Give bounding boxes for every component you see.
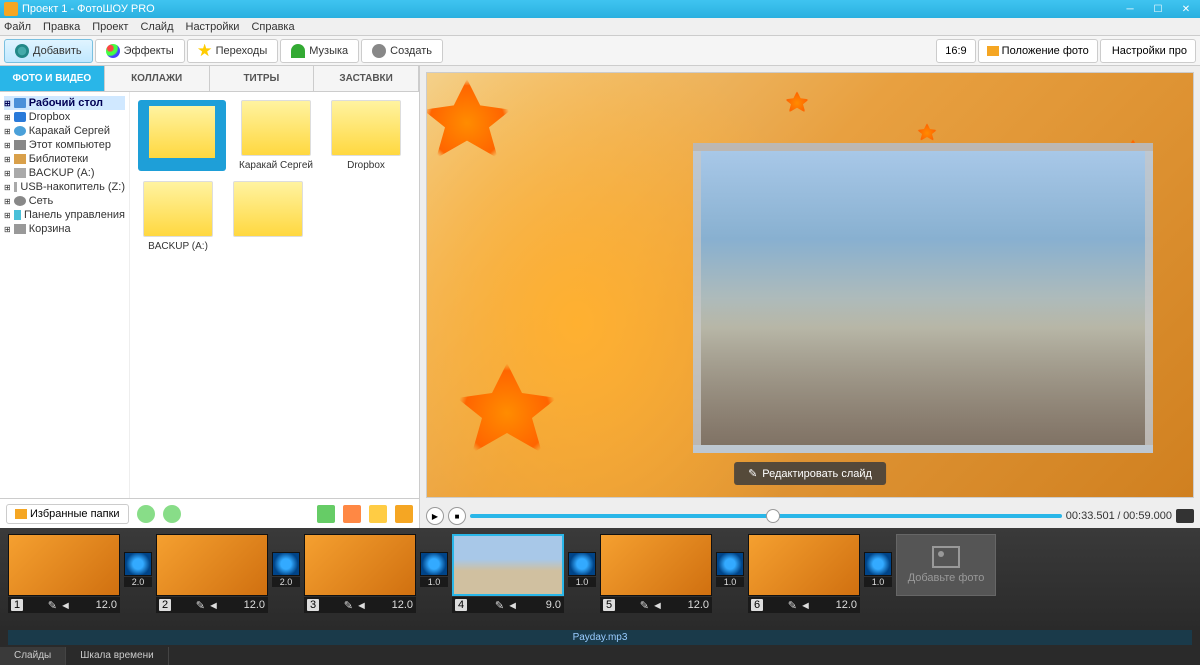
tree-item[interactable]: ⊞Этот компьютер — [4, 138, 125, 152]
folder-icon — [14, 126, 26, 136]
menu-edit[interactable]: Правка — [43, 21, 80, 33]
tree-item[interactable]: ⊞Корзина — [4, 222, 125, 236]
folder-tree[interactable]: ⊞Рабочий стол⊞Dropbox⊞Каракай Сергей⊞Это… — [0, 92, 130, 498]
folder-icon — [14, 168, 26, 178]
playback-slider[interactable] — [470, 514, 1062, 518]
pencil-icon: ✎ — [748, 467, 757, 480]
effects-button[interactable]: Эффекты — [95, 39, 185, 63]
timeline-slide[interactable]: 5✎ ◄12.0 — [600, 534, 712, 613]
tab-slides[interactable]: Слайды — [0, 647, 66, 665]
tree-item[interactable]: ⊞Библиотеки — [4, 152, 125, 166]
tree-item[interactable]: ⊞Каракай Сергей — [4, 124, 125, 138]
folder-action-icon[interactable] — [369, 505, 387, 523]
back-icon[interactable] — [137, 505, 155, 523]
tab-intros[interactable]: ЗАСТАВКИ — [314, 66, 419, 91]
timeline-slide[interactable]: 2✎ ◄12.0 — [156, 534, 268, 613]
thumbnail-grid[interactable]: Каракай СергейDropbox BACKUP (A:) — [130, 92, 419, 498]
transitions-button[interactable]: Переходы — [187, 39, 279, 63]
folder-thumb[interactable] — [138, 100, 226, 171]
star-icon — [198, 44, 212, 58]
folder-icon — [15, 509, 27, 519]
tree-item[interactable]: ⊞BACKUP (A:) — [4, 166, 125, 180]
folder-icon — [14, 98, 26, 108]
tab-titles[interactable]: ТИТРЫ — [210, 66, 315, 91]
timeline-slide[interactable]: 4✎ ◄9.0 — [452, 534, 564, 613]
folder-icon — [14, 210, 21, 220]
transition-thumb[interactable]: 1.0 — [864, 552, 892, 587]
transition-thumb[interactable]: 2.0 — [124, 552, 152, 587]
close-button[interactable]: ✕ — [1172, 0, 1200, 18]
window-title: Проект 1 - ФотоШОУ PRO — [22, 3, 155, 15]
transition-thumb[interactable]: 1.0 — [568, 552, 596, 587]
folder-thumb[interactable]: BACKUP (A:) — [138, 181, 218, 252]
leaf-decoration — [917, 123, 937, 143]
music-button[interactable]: Музыка — [280, 39, 359, 63]
add-button[interactable]: Добавить — [4, 39, 93, 63]
photo-icon — [987, 46, 999, 56]
transition-thumb[interactable]: 1.0 — [716, 552, 744, 587]
tree-item[interactable]: ⊞Панель управления — [4, 208, 125, 222]
transition-thumb[interactable]: 2.0 — [272, 552, 300, 587]
gear-icon — [372, 44, 386, 58]
folder-icon — [14, 140, 26, 150]
tree-item[interactable]: ⊞Рабочий стол — [4, 96, 125, 110]
timeline-slide[interactable]: 6✎ ◄12.0 — [748, 534, 860, 613]
tree-item[interactable]: ⊞USB-накопитель (Z:) — [4, 180, 125, 194]
palette-icon — [106, 44, 120, 58]
tree-item[interactable]: ⊞Сеть — [4, 194, 125, 208]
folder-icon — [14, 112, 26, 122]
app-icon — [4, 2, 18, 16]
stop-button[interactable]: ■ — [448, 507, 466, 525]
menu-settings[interactable]: Настройки — [186, 21, 240, 33]
preview-canvas[interactable]: ✎Редактировать слайд — [426, 72, 1194, 498]
timeline-slide[interactable]: 3✎ ◄12.0 — [304, 534, 416, 613]
home-icon[interactable] — [343, 505, 361, 523]
play-button[interactable]: ▶ — [426, 507, 444, 525]
folder-icon — [14, 154, 26, 164]
image-icon — [932, 546, 960, 568]
tab-collages[interactable]: КОЛЛАЖИ — [105, 66, 210, 91]
time-display: 00:33.501 / 00:59.000 — [1066, 510, 1172, 522]
tab-timescale[interactable]: Шкала времени — [66, 647, 168, 665]
menu-slide[interactable]: Слайд — [140, 21, 173, 33]
leaf-decoration — [457, 363, 557, 463]
download-icon[interactable] — [317, 505, 335, 523]
titlebar: Проект 1 - ФотоШОУ PRO ─ ☐ ✕ — [0, 0, 1200, 18]
transition-thumb[interactable]: 1.0 — [420, 552, 448, 587]
subtabs: ФОТО И ВИДЕО КОЛЛАЖИ ТИТРЫ ЗАСТАВКИ — [0, 66, 419, 92]
create-button[interactable]: Создать — [361, 39, 443, 63]
timeline-slide[interactable]: 1✎ ◄12.0 — [8, 534, 120, 613]
menu-file[interactable]: Файл — [4, 21, 31, 33]
audio-track[interactable]: Payday.mp3 — [8, 630, 1192, 645]
minimize-button[interactable]: ─ — [1116, 0, 1144, 18]
tab-photo-video[interactable]: ФОТО И ВИДЕО — [0, 66, 105, 91]
tree-item[interactable]: ⊞Dropbox — [4, 110, 125, 124]
folder-thumb[interactable] — [228, 181, 308, 252]
leaf-decoration — [426, 79, 511, 167]
folder-thumb[interactable]: Каракай Сергей — [236, 100, 316, 171]
menubar: Файл Правка Проект Слайд Настройки Справ… — [0, 18, 1200, 36]
edit-slide-button[interactable]: ✎Редактировать слайд — [734, 462, 886, 485]
aspect-button[interactable]: 16:9 — [936, 39, 975, 63]
folder-open-icon[interactable] — [395, 505, 413, 523]
toolbar: Добавить Эффекты Переходы Музыка Создать… — [0, 36, 1200, 66]
menu-project[interactable]: Проект — [92, 21, 128, 33]
add-photo-slot[interactable]: Добавьте фото — [896, 534, 996, 596]
forward-icon[interactable] — [163, 505, 181, 523]
project-settings-button[interactable]: Настройки про — [1100, 39, 1196, 63]
favorites-button[interactable]: Избранные папки — [6, 504, 129, 524]
leaf-decoration — [785, 91, 809, 115]
photo-position-button[interactable]: Положение фото — [978, 39, 1098, 63]
folder-icon — [14, 196, 26, 206]
folder-thumb[interactable]: Dropbox — [326, 100, 406, 171]
camera-icon — [15, 44, 29, 58]
snapshot-icon[interactable] — [1176, 509, 1194, 523]
folder-icon — [14, 224, 26, 234]
menu-help[interactable]: Справка — [251, 21, 294, 33]
music-icon — [291, 44, 305, 58]
timeline[interactable]: 1✎ ◄12.02.02✎ ◄12.02.03✎ ◄12.01.04✎ ◄9.0… — [0, 528, 1200, 630]
maximize-button[interactable]: ☐ — [1144, 0, 1172, 18]
photo-frame[interactable] — [693, 143, 1153, 453]
folder-icon — [14, 182, 18, 192]
